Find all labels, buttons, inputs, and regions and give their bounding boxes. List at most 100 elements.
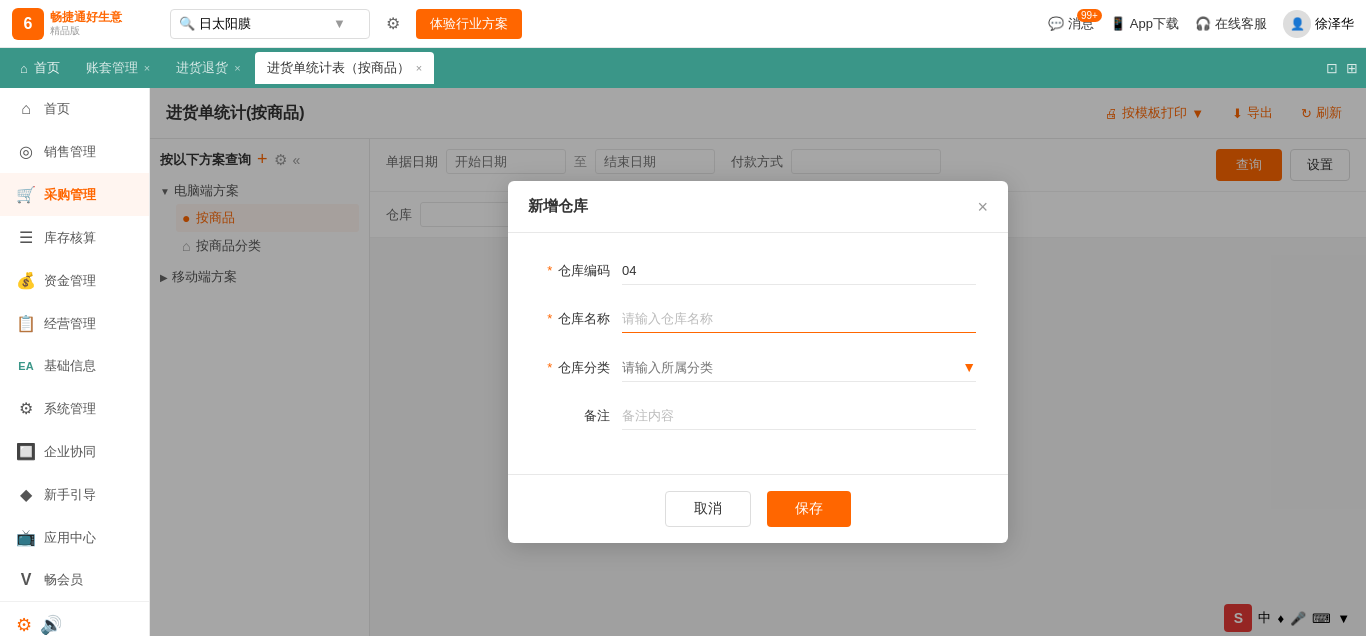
- tab-right-controls: ⊡ ⊞: [1326, 60, 1358, 76]
- tab-home[interactable]: ⌂ 首页: [8, 52, 72, 84]
- dropdown-arrow-icon[interactable]: ▼: [333, 16, 346, 31]
- brand-sub: 精品版: [50, 25, 122, 37]
- tab-purchase-return-close-icon[interactable]: ×: [234, 62, 240, 74]
- name-required-star: *: [547, 311, 552, 326]
- new-warehouse-modal: 新增仓库 × * 仓库编码 *: [508, 181, 1008, 543]
- tab-purchase-stats[interactable]: 进货单统计表（按商品） ×: [255, 52, 434, 84]
- warehouse-code-input[interactable]: [622, 257, 976, 285]
- finance-icon: 💰: [16, 271, 36, 290]
- sidebar-basic-info-label: 基础信息: [44, 357, 96, 375]
- modal-close-button[interactable]: ×: [977, 198, 988, 216]
- code-label: * 仓库编码: [540, 262, 610, 280]
- tab-account-label: 账套管理: [86, 59, 138, 77]
- sound-footer-icon[interactable]: 🔊: [40, 614, 62, 636]
- basic-info-icon: EA: [16, 360, 36, 372]
- category-label-text: 仓库分类: [558, 360, 610, 375]
- sidebar: ⌂ 首页 ◎ 销售管理 🛒 采购管理 ☰ 库存核算 💰 资金管理 📋 经营管理 …: [0, 88, 150, 636]
- user-name: 徐泽华: [1315, 15, 1354, 33]
- sidebar-item-inventory[interactable]: ☰ 库存核算: [0, 216, 149, 259]
- sidebar-apps-label: 应用中心: [44, 529, 96, 547]
- sidebar-operations-label: 经营管理: [44, 315, 96, 333]
- sidebar-enterprise-label: 企业协同: [44, 443, 96, 461]
- warehouse-category-input[interactable]: [622, 360, 962, 375]
- sidebar-item-sales[interactable]: ◎ 销售管理: [0, 130, 149, 173]
- sidebar-item-system[interactable]: ⚙ 系统管理: [0, 387, 149, 430]
- avatar: 👤: [1283, 10, 1311, 38]
- sidebar-purchase-label: 采购管理: [44, 186, 96, 204]
- sidebar-item-purchase[interactable]: 🛒 采购管理: [0, 173, 149, 216]
- modal-overlay: 新增仓库 × * 仓库编码 *: [150, 88, 1366, 636]
- tab-account-management[interactable]: 账套管理 ×: [74, 52, 162, 84]
- tab-account-close-icon[interactable]: ×: [144, 62, 150, 74]
- header-right: 💬 消息 99+ 📱 App下载 🎧 在线客服 👤 徐泽华: [1048, 10, 1354, 38]
- tab-expand-icon[interactable]: ⊞: [1346, 60, 1358, 76]
- sidebar-membership-label: 畅会员: [44, 571, 83, 589]
- sidebar-footer: ⚙ 🔊: [0, 601, 149, 636]
- app-download-label: App下载: [1130, 15, 1179, 33]
- messages-item[interactable]: 💬 消息 99+: [1048, 15, 1094, 33]
- warehouse-name-input[interactable]: [622, 305, 976, 333]
- sidebar-item-home[interactable]: ⌂ 首页: [0, 88, 149, 130]
- phone-icon: 📱: [1110, 16, 1126, 31]
- modal-body: * 仓库编码 * 仓库名称: [508, 233, 1008, 474]
- save-button[interactable]: 保存: [767, 491, 851, 527]
- enterprise-icon: 🔲: [16, 442, 36, 461]
- remark-label: 备注: [540, 407, 610, 425]
- customer-service-item[interactable]: 🎧 在线客服: [1195, 15, 1267, 33]
- tab-purchase-return[interactable]: 进货退货 ×: [164, 52, 252, 84]
- tab-purchase-return-label: 进货退货: [176, 59, 228, 77]
- user-avatar-area[interactable]: 👤 徐泽华: [1283, 10, 1354, 38]
- sidebar-item-enterprise[interactable]: 🔲 企业协同: [0, 430, 149, 473]
- category-dropdown-icon[interactable]: ▼: [962, 359, 976, 375]
- brand-name: 畅捷通好生意: [50, 10, 122, 24]
- search-input[interactable]: [199, 16, 329, 31]
- form-row-name: * 仓库名称: [540, 305, 976, 333]
- sidebar-system-label: 系统管理: [44, 400, 96, 418]
- sidebar-item-finance[interactable]: 💰 资金管理: [0, 259, 149, 302]
- operations-icon: 📋: [16, 314, 36, 333]
- tab-restore-icon[interactable]: ⊡: [1326, 60, 1338, 76]
- category-select-wrapper: ▼: [622, 353, 976, 382]
- home-sidebar-icon: ⌂: [16, 100, 36, 118]
- modal-header: 新增仓库 ×: [508, 181, 1008, 233]
- app-download-item[interactable]: 📱 App下载: [1110, 15, 1179, 33]
- sidebar-inventory-label: 库存核算: [44, 229, 96, 247]
- sidebar-sales-label: 销售管理: [44, 143, 96, 161]
- avatar-icon: 👤: [1290, 17, 1305, 31]
- inventory-icon: ☰: [16, 228, 36, 247]
- search-icon: 🔍: [179, 16, 195, 31]
- cancel-button[interactable]: 取消: [665, 491, 751, 527]
- app-logo-icon: 6: [12, 8, 44, 40]
- sidebar-finance-label: 资金管理: [44, 272, 96, 290]
- content-area: 进货单统计(按商品) 🖨 按模板打印 ▼ ⬇ 导出 ↻ 刷新: [150, 88, 1366, 636]
- sidebar-guide-label: 新手引导: [44, 486, 96, 504]
- modal-footer: 取消 保存: [508, 474, 1008, 543]
- settings-footer-icon[interactable]: ⚙: [16, 614, 32, 636]
- headset-icon: 🎧: [1195, 16, 1211, 31]
- membership-icon: V: [16, 571, 36, 589]
- category-required-star: *: [547, 360, 552, 375]
- tab-purchase-stats-close-icon[interactable]: ×: [416, 62, 422, 74]
- sales-icon: ◎: [16, 142, 36, 161]
- form-row-code: * 仓库编码: [540, 257, 976, 285]
- sidebar-item-guide[interactable]: ◆ 新手引导: [0, 473, 149, 516]
- sidebar-item-operations[interactable]: 📋 经营管理: [0, 302, 149, 345]
- guide-icon: ◆: [16, 485, 36, 504]
- form-row-remark: 备注: [540, 402, 976, 430]
- sidebar-item-membership[interactable]: V 畅会员: [0, 559, 149, 601]
- home-icon: ⌂: [20, 61, 28, 76]
- top-header: 6 畅捷通好生意 精品版 🔍 ▼ ⚙ 体验行业方案 💬 消息 99+ 📱 App…: [0, 0, 1366, 48]
- apps-icon: 📺: [16, 528, 36, 547]
- tab-bar: ⌂ 首页 账套管理 × 进货退货 × 进货单统计表（按商品） × ⊡ ⊞: [0, 48, 1366, 88]
- name-label: * 仓库名称: [540, 310, 610, 328]
- search-bar: 🔍 ▼: [170, 9, 370, 39]
- settings-gear-button[interactable]: ⚙: [378, 9, 408, 39]
- message-badge: 99+: [1077, 9, 1102, 22]
- sidebar-item-apps[interactable]: 📺 应用中心: [0, 516, 149, 559]
- remark-input[interactable]: [622, 402, 976, 430]
- tab-purchase-stats-label: 进货单统计表（按商品）: [267, 59, 410, 77]
- experience-industry-button[interactable]: 体验行业方案: [416, 9, 522, 39]
- category-label: * 仓库分类: [540, 359, 610, 377]
- sidebar-item-basic-info[interactable]: EA 基础信息: [0, 345, 149, 387]
- tab-home-label: 首页: [34, 59, 60, 77]
